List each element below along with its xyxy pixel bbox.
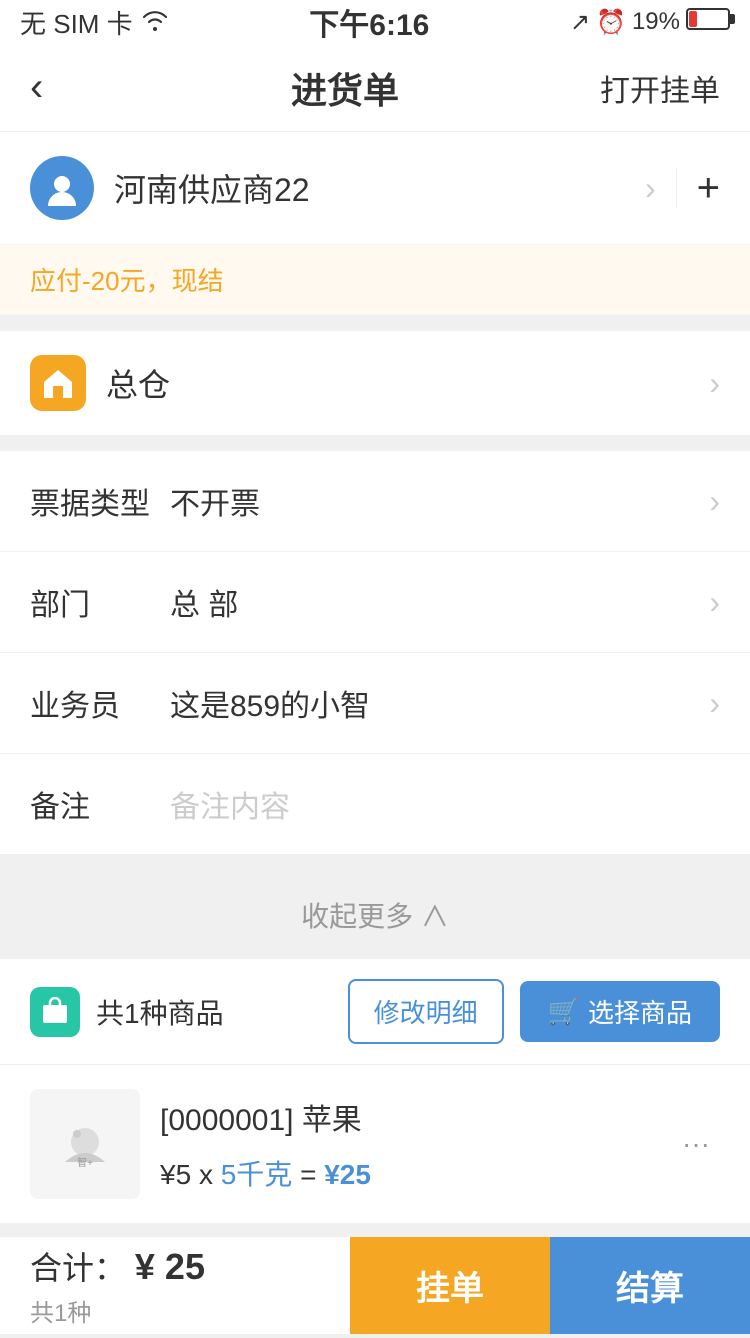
edit-detail-button[interactable]: 修改明细 (348, 979, 504, 1044)
quantity: 5千克 (221, 1159, 293, 1190)
time-display: 下午6:16 (309, 0, 429, 44)
salesperson-value: 这是859的小智 (170, 681, 709, 725)
total-main: 合计： ¥ 25 (30, 1243, 350, 1289)
salesperson-chevron-icon: › (709, 685, 720, 722)
footer: 合计： ¥ 25 共1种 挂单 结算 (0, 1236, 750, 1334)
page-title: 进货单 (291, 62, 399, 114)
supplier-section: 河南供应商22 › + 应付-20元，现结 (0, 132, 750, 315)
salesperson-row[interactable]: 业务员 这是859的小智 › (0, 653, 750, 754)
warehouse-icon (30, 355, 86, 411)
wifi-icon (141, 7, 169, 38)
total-amount: ¥ 25 (135, 1246, 205, 1287)
status-bar: 无 SIM 卡 下午6:16 ↗ ⏰ 19% (0, 0, 750, 44)
product-thumbnail: 智+ (30, 1089, 140, 1199)
status-left: 无 SIM 卡 (20, 4, 169, 41)
equals-sign: = (300, 1159, 324, 1190)
cart-icon: 🛒 (548, 996, 580, 1027)
collapse-row[interactable]: 收起更多 ∧ (0, 871, 750, 959)
main-content: 河南供应商22 › + 应付-20元，现结 总仓 › 票据类型 不开票 › (0, 132, 750, 1338)
product-title: 苹果 (302, 1104, 362, 1137)
department-chevron-icon: › (709, 584, 720, 621)
collapse-label: 收起更多 ∧ (301, 895, 449, 935)
warehouse-section: 总仓 › (0, 331, 750, 435)
products-icon (30, 987, 80, 1037)
hold-button[interactable]: 挂单 (350, 1237, 550, 1334)
remark-row[interactable]: 备注 备注内容 (0, 754, 750, 855)
svg-text:智+: 智+ (77, 1156, 93, 1169)
department-value: 总 部 (170, 580, 709, 624)
remark-label: 备注 (30, 782, 170, 826)
vertical-divider (676, 168, 677, 208)
product-code: [0000001] (160, 1104, 293, 1137)
carrier-text: 无 SIM 卡 (20, 4, 133, 41)
products-section: 共1种商品 修改明细 🛒 选择商品 智+ [0000001] 苹果 (0, 959, 750, 1224)
department-row[interactable]: 部门 总 部 › (0, 552, 750, 653)
department-label: 部门 (30, 580, 170, 624)
form-section: 票据类型 不开票 › 部门 总 部 › 业务员 这是859的小智 › 备注 备注… (0, 451, 750, 855)
item-total: ¥25 (324, 1159, 371, 1190)
products-count: 共1种商品 (96, 992, 348, 1032)
supplier-name: 河南供应商22 (114, 165, 645, 211)
location-icon: ↗ (570, 8, 590, 37)
status-right: ↗ ⏰ 19% (570, 8, 730, 37)
battery-icon (686, 8, 730, 37)
product-name: [0000001] 苹果 (160, 1095, 672, 1139)
products-header: 共1种商品 修改明细 🛒 选择商品 (0, 959, 750, 1065)
back-button[interactable]: ‹ (30, 65, 90, 110)
warehouse-chevron-icon: › (709, 365, 720, 402)
invoice-label: 票据类型 (30, 479, 170, 523)
total-sub: 共1种 (30, 1293, 350, 1328)
invoice-chevron-icon: › (709, 483, 720, 520)
multiply-sign: x (199, 1159, 221, 1190)
remark-input[interactable]: 备注内容 (170, 782, 720, 826)
warehouse-name: 总仓 (106, 360, 709, 406)
warehouse-row[interactable]: 总仓 › (0, 331, 750, 435)
open-hold-button[interactable]: 打开挂单 (600, 66, 720, 110)
battery-percent: 19% (632, 8, 680, 36)
product-info: [0000001] 苹果 ¥5 x 5千克 = ¥25 (160, 1095, 672, 1193)
unit-price: ¥5 (160, 1159, 191, 1190)
invoice-row[interactable]: 票据类型 不开票 › (0, 451, 750, 552)
product-item: 智+ [0000001] 苹果 ¥5 x 5千克 = ¥25 ··· (0, 1065, 750, 1224)
more-button[interactable]: ··· (672, 1118, 720, 1170)
footer-total: 合计： ¥ 25 共1种 (0, 1237, 350, 1334)
select-product-label: 选择商品 (588, 993, 692, 1030)
invoice-value: 不开票 (170, 479, 709, 523)
total-label: 合计： (30, 1250, 126, 1286)
salesperson-label: 业务员 (30, 681, 170, 725)
product-price-row: ¥5 x 5千克 = ¥25 (160, 1153, 672, 1193)
select-product-button[interactable]: 🛒 选择商品 (520, 981, 720, 1042)
add-button[interactable]: + (697, 166, 720, 211)
supplier-row[interactable]: 河南供应商22 › + (0, 132, 750, 245)
notice-row: 应付-20元，现结 (0, 245, 750, 315)
supplier-avatar (30, 156, 94, 220)
settle-button[interactable]: 结算 (550, 1237, 750, 1334)
supplier-chevron-icon: › (645, 170, 656, 207)
nav-bar: ‹ 进货单 打开挂单 (0, 44, 750, 132)
alarm-icon: ⏰ (596, 8, 626, 37)
